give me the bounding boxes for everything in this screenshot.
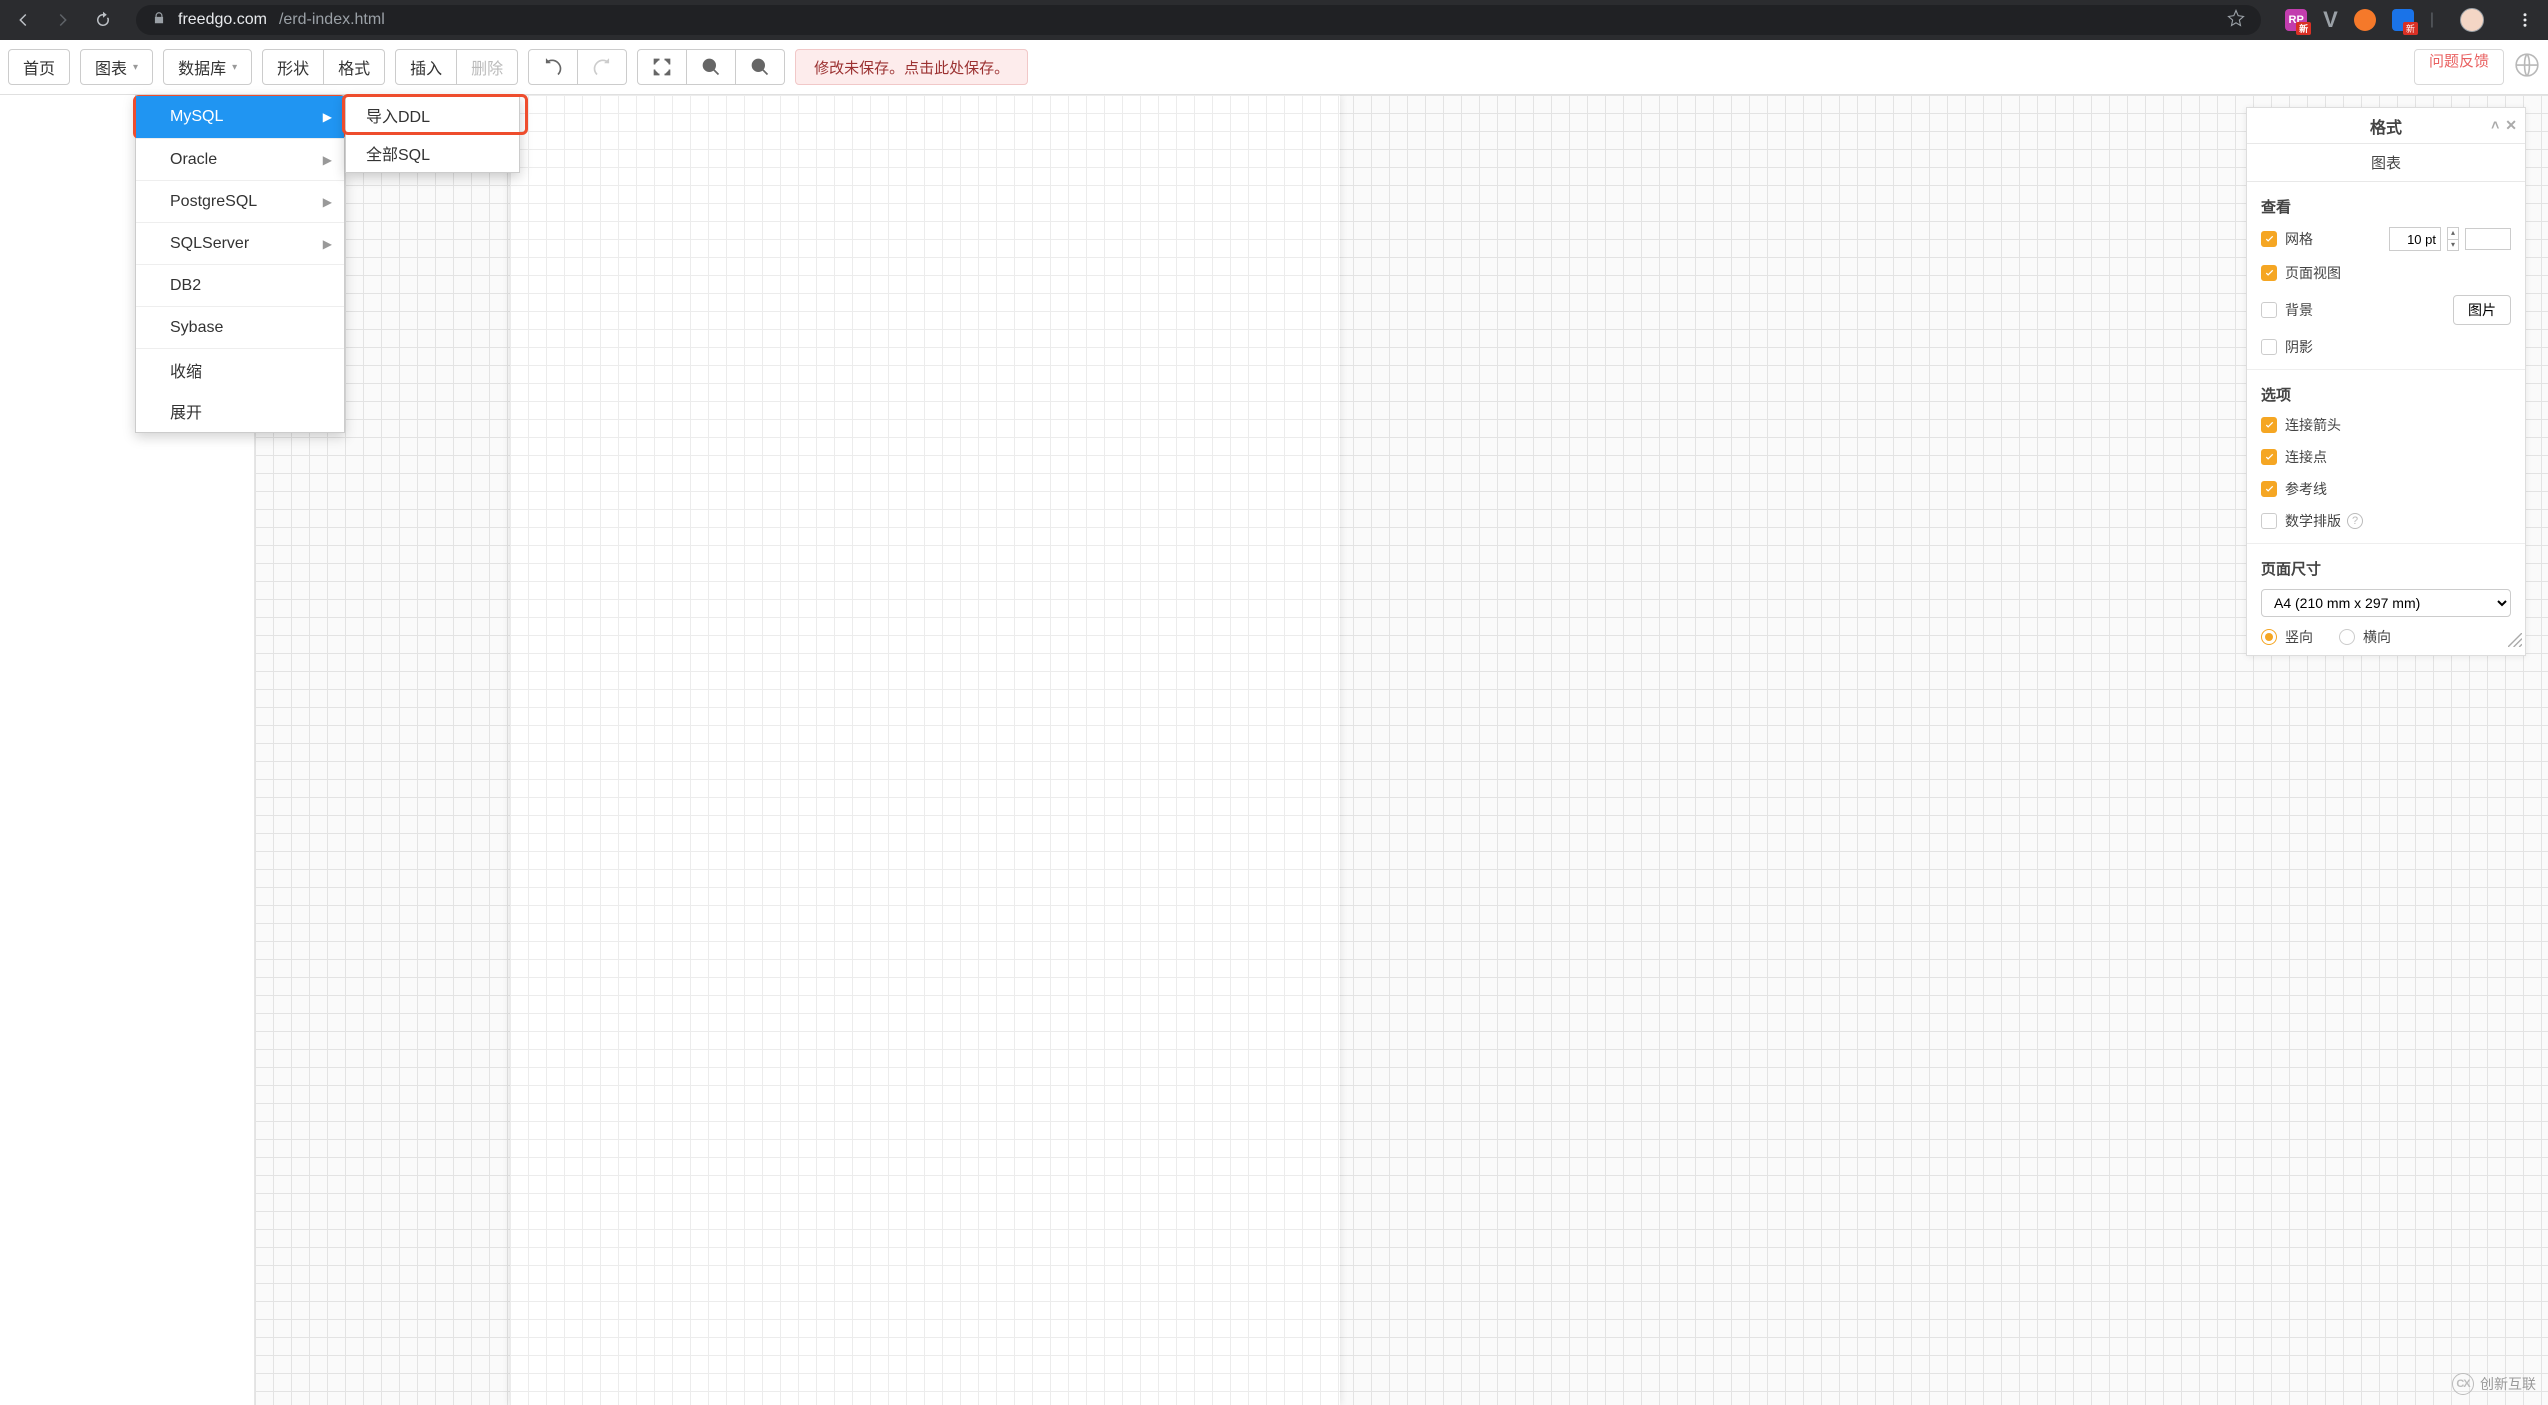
grid-color-swatch[interactable] <box>2465 228 2511 250</box>
chk-grid[interactable] <box>2261 231 2277 247</box>
mysql-submenu: 导入DDL 全部SQL <box>345 95 520 173</box>
ext-rp-icon[interactable]: RP新 <box>2285 9 2307 31</box>
chk-point[interactable] <box>2261 449 2277 465</box>
dd-oracle[interactable]: Oracle▶ <box>136 138 344 180</box>
dd-sybase[interactable]: Sybase <box>136 306 344 348</box>
avatar[interactable] <box>2460 8 2484 32</box>
dd-postgresql[interactable]: PostgreSQL▶ <box>136 180 344 222</box>
dd-expand[interactable]: 展开 <box>136 390 344 432</box>
ext-blue-icon[interactable]: 新 <box>2392 9 2414 31</box>
radio-landscape[interactable]: 横向 <box>2339 627 2391 647</box>
menu-dots-icon[interactable] <box>2516 11 2534 29</box>
insert-button[interactable]: 插入 <box>395 49 457 85</box>
dd-collapse[interactable]: 收缩 <box>136 348 344 390</box>
page-size-select[interactable]: A4 (210 mm x 297 mm) <box>2261 589 2511 617</box>
database-menu[interactable]: 数据库▾ <box>163 49 252 85</box>
zoom-out-button[interactable] <box>736 49 785 85</box>
watermark-logo-icon: CX <box>2452 1373 2474 1395</box>
panel-close-icon[interactable]: ✕ <box>2505 117 2517 134</box>
radio-portrait[interactable]: 竖向 <box>2261 627 2313 647</box>
format-panel: 格式 ˄ ✕ 图表 查看 网格 ▴▾ 页面视图 <box>2246 107 2526 656</box>
image-button[interactable]: 图片 <box>2453 295 2511 325</box>
database-dropdown: MySQL▶ Oracle▶ PostgreSQL▶ SQLServer▶ DB… <box>135 95 345 433</box>
sub-all-sql[interactable]: 全部SQL <box>346 134 519 172</box>
app-toolbar: 首页 图表▾ 数据库▾ 形状 格式 插入 删除 修改未保存。点击此处保存。 问题… <box>0 40 2548 94</box>
canvas[interactable] <box>255 95 2548 1405</box>
main-area: MySQL▶ Oracle▶ PostgreSQL▶ SQLServer▶ DB… <box>0 95 2548 1405</box>
lbl-background: 背景 <box>2285 300 2313 320</box>
lbl-guide: 参考线 <box>2285 479 2327 499</box>
watermark: CX 创新互联 <box>2452 1373 2536 1395</box>
dd-db2[interactable]: DB2 <box>136 264 344 306</box>
chk-guide[interactable] <box>2261 481 2277 497</box>
chart-menu[interactable]: 图表▾ <box>80 49 153 85</box>
panel-collapse-icon[interactable]: ˄ <box>2491 117 2499 134</box>
panel-resize-handle[interactable] <box>2508 633 2522 652</box>
panel-title: 格式 ˄ ✕ <box>2247 108 2525 144</box>
language-button[interactable] <box>2514 52 2540 83</box>
sub-import-ddl[interactable]: 导入DDL <box>346 96 519 134</box>
chk-math[interactable] <box>2261 513 2277 529</box>
section-view: 查看 <box>2261 196 2511 217</box>
url-host: freedgo.com <box>178 11 267 29</box>
chk-arrow[interactable] <box>2261 417 2277 433</box>
page[interactable] <box>510 95 1340 1405</box>
format-button[interactable]: 格式 <box>324 49 385 85</box>
grid-size-input[interactable] <box>2389 227 2441 251</box>
delete-button[interactable]: 删除 <box>457 49 518 85</box>
lbl-arrow: 连接箭头 <box>2285 415 2341 435</box>
url-bar[interactable]: freedgo.com/erd-index.html <box>136 5 2261 35</box>
reload-icon[interactable] <box>94 11 112 29</box>
shape-button[interactable]: 形状 <box>262 49 324 85</box>
section-pagesize: 页面尺寸 <box>2261 558 2511 579</box>
chk-background[interactable] <box>2261 302 2277 318</box>
browser-chrome: freedgo.com/erd-index.html RP新 V 新 | <box>0 0 2548 40</box>
zoom-in-button[interactable] <box>687 49 736 85</box>
lbl-pageview: 页面视图 <box>2285 263 2341 283</box>
dd-mysql[interactable]: MySQL▶ <box>136 96 344 138</box>
lock-icon <box>152 11 166 30</box>
save-warning-button[interactable]: 修改未保存。点击此处保存。 <box>795 49 1028 85</box>
section-options: 选项 <box>2261 384 2511 405</box>
panel-subtab[interactable]: 图表 <box>2247 144 2525 182</box>
redo-button[interactable] <box>578 49 627 85</box>
chk-shadow[interactable] <box>2261 339 2277 355</box>
grid-stepper[interactable]: ▴▾ <box>2447 227 2459 251</box>
fullscreen-button[interactable] <box>637 49 687 85</box>
lbl-point: 连接点 <box>2285 447 2327 467</box>
forward-icon[interactable] <box>54 11 72 29</box>
chk-pageview[interactable] <box>2261 265 2277 281</box>
lbl-math: 数学排版 <box>2285 511 2341 531</box>
feedback-button[interactable]: 问题反馈 <box>2414 49 2504 85</box>
undo-button[interactable] <box>528 49 578 85</box>
help-icon[interactable]: ? <box>2347 513 2363 529</box>
ext-v-icon[interactable]: V <box>2323 7 2338 33</box>
extensions: RP新 V 新 | <box>2285 7 2534 33</box>
back-icon[interactable] <box>14 11 32 29</box>
dd-sqlserver[interactable]: SQLServer▶ <box>136 222 344 264</box>
url-rest: /erd-index.html <box>279 11 385 29</box>
star-icon[interactable] <box>2227 9 2245 32</box>
lbl-shadow: 阴影 <box>2285 337 2313 357</box>
ext-orange-icon[interactable] <box>2354 9 2376 31</box>
home-button[interactable]: 首页 <box>8 49 70 85</box>
lbl-grid: 网格 <box>2285 229 2313 249</box>
